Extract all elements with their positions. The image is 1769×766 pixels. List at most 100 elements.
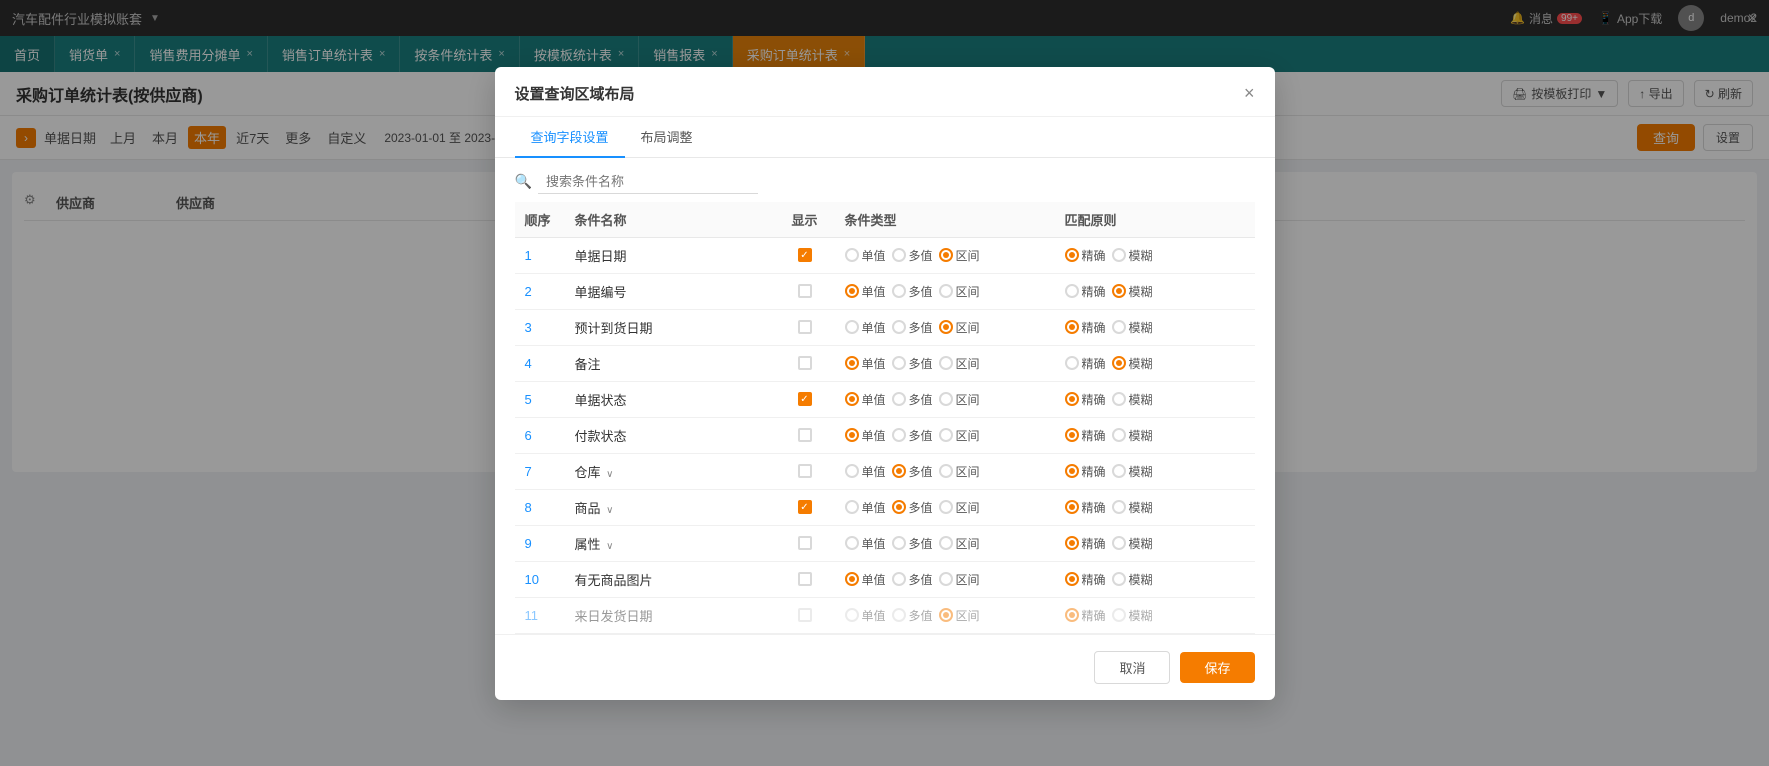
row10-match-exact[interactable]: 精确 (1065, 571, 1106, 588)
row7-type: 单值 多值 区间 (835, 453, 1055, 489)
row7-type-single[interactable]: 单值 (845, 463, 886, 480)
modal-title: 设置查询区域布局 (515, 83, 635, 104)
row4-type-single[interactable]: 单值 (845, 355, 886, 372)
row5-type-multi[interactable]: 多值 (892, 391, 933, 408)
row10-type-single[interactable]: 单值 (845, 571, 886, 588)
row5-display-checkbox[interactable] (798, 392, 812, 406)
row1-display-checkbox[interactable] (798, 248, 812, 262)
row10-display-checkbox[interactable] (798, 572, 812, 586)
row6-display-checkbox[interactable] (798, 428, 812, 442)
row9-type-multi[interactable]: 多值 (892, 535, 933, 552)
th-order: 顺序 (515, 202, 565, 238)
row1-match-exact[interactable]: 精确 (1065, 247, 1106, 264)
row3-match-exact[interactable]: 精确 (1065, 319, 1106, 336)
row9-match-exact[interactable]: 精确 (1065, 535, 1106, 552)
row3-type-multi[interactable]: 多值 (892, 319, 933, 336)
row3-display-checkbox[interactable] (798, 320, 812, 334)
save-button[interactable]: 保存 (1180, 652, 1254, 683)
row5-match-fuzzy-radio (1112, 392, 1126, 406)
row10-type-range[interactable]: 区间 (939, 571, 980, 588)
row9-type-range[interactable]: 区间 (939, 535, 980, 552)
cancel-button[interactable]: 取消 (1094, 651, 1170, 684)
row4-type-range[interactable]: 区间 (939, 355, 980, 372)
row5-type-multi-radio (892, 392, 906, 406)
modal-tab-layout[interactable]: 布局调整 (625, 117, 709, 158)
row4-order: 4 (515, 345, 565, 381)
modal-table: 顺序 条件名称 显示 条件类型 匹配原则 1 单据日期 (495, 202, 1275, 634)
row8-type-single[interactable]: 单值 (845, 499, 886, 516)
row8-type-multi[interactable]: 多值 (892, 499, 933, 516)
row2-type-single[interactable]: 单值 (845, 283, 886, 300)
row2-display-checkbox[interactable] (798, 284, 812, 298)
row9-match-fuzzy[interactable]: 模糊 (1112, 535, 1153, 552)
row8-display-checkbox[interactable] (798, 500, 812, 514)
row3-match-fuzzy[interactable]: 模糊 (1112, 319, 1153, 336)
row6-type-single[interactable]: 单值 (845, 427, 886, 444)
search-input[interactable] (538, 170, 758, 194)
row4-match-fuzzy[interactable]: 模糊 (1112, 355, 1153, 372)
row7-match-fuzzy[interactable]: 模糊 (1112, 463, 1153, 480)
row5-match: 精确 模糊 (1055, 381, 1255, 417)
modal-tab-query-fields[interactable]: 查询字段设置 (515, 117, 625, 158)
row11-match-exact[interactable]: 精确 (1065, 607, 1106, 624)
row7-match: 精确 模糊 (1055, 453, 1255, 489)
row2-type-multi[interactable]: 多值 (892, 283, 933, 300)
search-icon: 🔍 (515, 173, 532, 190)
modal-footer: 取消 保存 (495, 634, 1275, 700)
row1-type: 单值 多值 区间 (835, 237, 1055, 273)
row11-display-checkbox[interactable] (798, 608, 812, 622)
row1-order: 1 (515, 237, 565, 273)
row8-name: 商品 ∨ (565, 489, 775, 525)
row5-match-exact[interactable]: 精确 (1065, 391, 1106, 408)
row2-match-fuzzy[interactable]: 模糊 (1112, 283, 1153, 300)
row11-type-multi[interactable]: 多值 (892, 607, 933, 624)
row1-type-multi[interactable]: 多值 (892, 247, 933, 264)
row5-match-fuzzy[interactable]: 模糊 (1112, 391, 1153, 408)
row3-type-range[interactable]: 区间 (939, 319, 980, 336)
th-match: 匹配原则 (1055, 202, 1255, 238)
row6-match-exact[interactable]: 精确 (1065, 427, 1106, 444)
row9-display-checkbox[interactable] (798, 536, 812, 550)
row6-match-fuzzy[interactable]: 模糊 (1112, 427, 1153, 444)
row2-type-range[interactable]: 区间 (939, 283, 980, 300)
table-row: 2 单据编号 单值 (515, 273, 1255, 309)
row10-type-multi[interactable]: 多值 (892, 571, 933, 588)
modal-close-button[interactable]: × (1244, 84, 1255, 102)
row3-type-single[interactable]: 单值 (845, 319, 886, 336)
row11-type-range[interactable]: 区间 (939, 607, 980, 624)
row7-display-checkbox[interactable] (798, 464, 812, 478)
row8-type-range[interactable]: 区间 (939, 499, 980, 516)
row6-match-exact-radio (1065, 428, 1079, 442)
row7-type-range-radio (939, 464, 953, 478)
row8-display (775, 489, 835, 525)
row10-type-single-radio (845, 572, 859, 586)
row1-type-range[interactable]: 区间 (939, 247, 980, 264)
row6-type-range[interactable]: 区间 (939, 427, 980, 444)
row4-display-checkbox[interactable] (798, 356, 812, 370)
row1-type-single[interactable]: 单值 (845, 247, 886, 264)
row11-match-fuzzy[interactable]: 模糊 (1112, 607, 1153, 624)
row8-match-fuzzy[interactable]: 模糊 (1112, 499, 1153, 516)
row6-type-multi[interactable]: 多值 (892, 427, 933, 444)
row10-display (775, 561, 835, 597)
row4-match-exact[interactable]: 精确 (1065, 355, 1106, 372)
row4-type-multi[interactable]: 多值 (892, 355, 933, 372)
table-row: 6 付款状态 单值 (515, 417, 1255, 453)
row4-display (775, 345, 835, 381)
row11-type-single[interactable]: 单值 (845, 607, 886, 624)
row7-type-single-radio (845, 464, 859, 478)
row5-type-single[interactable]: 单值 (845, 391, 886, 408)
row5-type-range[interactable]: 区间 (939, 391, 980, 408)
row10-match-fuzzy[interactable]: 模糊 (1112, 571, 1153, 588)
row8-match-exact[interactable]: 精确 (1065, 499, 1106, 516)
row1-match-fuzzy[interactable]: 模糊 (1112, 247, 1153, 264)
row8-dropdown-arrow: ∨ (606, 505, 613, 516)
row7-match-exact[interactable]: 精确 (1065, 463, 1106, 480)
row3-type: 单值 多值 区间 (835, 309, 1055, 345)
row6-order: 6 (515, 417, 565, 453)
row7-type-range[interactable]: 区间 (939, 463, 980, 480)
row11-order: 11 (515, 597, 565, 633)
row9-type-single[interactable]: 单值 (845, 535, 886, 552)
row7-type-multi[interactable]: 多值 (892, 463, 933, 480)
row2-match-exact[interactable]: 精确 (1065, 283, 1106, 300)
